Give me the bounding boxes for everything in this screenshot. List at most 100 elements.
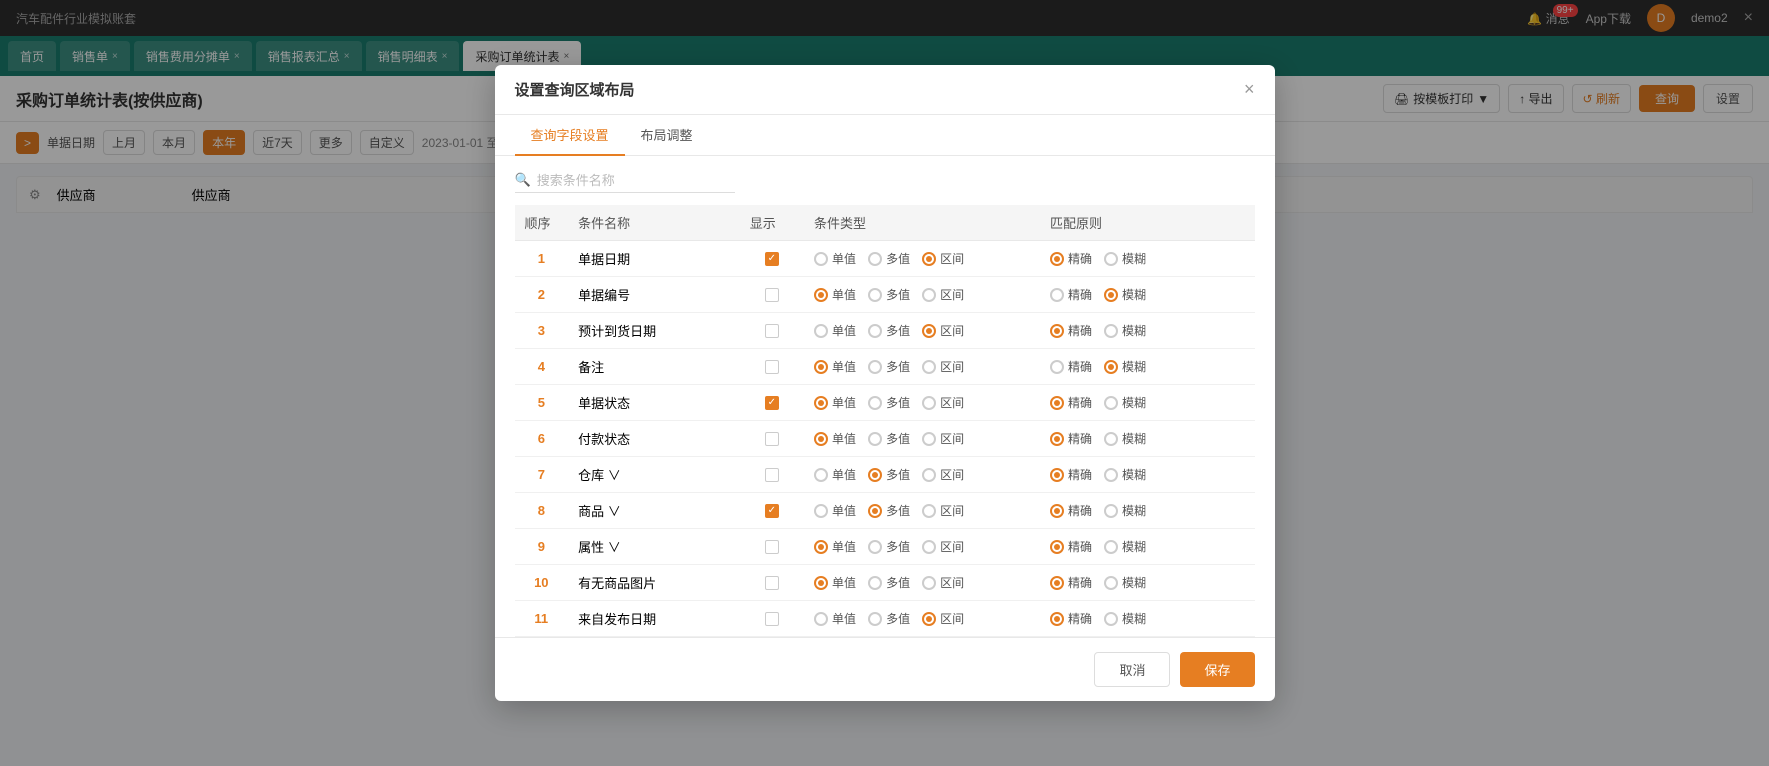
row-show-5[interactable] [740,421,804,457]
type-radio-区间-3[interactable]: 区间 [922,358,964,375]
match-radio-精确-0[interactable]: 精确 [1050,250,1092,267]
match-radio-精确-1[interactable]: 精确 [1050,286,1092,303]
modal-tab-layout[interactable]: 布局调整 [625,115,709,156]
row-show-1[interactable] [740,277,804,313]
checkbox-box-8[interactable] [765,540,779,554]
type-radio-多值-5[interactable]: 多值 [868,430,910,447]
checkbox-box-10[interactable] [765,612,779,626]
checkbox-4[interactable] [750,396,794,410]
modal-tab-layout-label: 布局调整 [641,128,693,143]
checkbox-box-6[interactable] [765,468,779,482]
search-input[interactable] [537,173,717,188]
checkbox-0[interactable] [750,252,794,266]
match-radio-精确-7[interactable]: 精确 [1050,502,1092,519]
type-radio-多值-6[interactable]: 多值 [868,466,910,483]
checkbox-3[interactable] [750,360,794,374]
match-radio-模糊-0[interactable]: 模糊 [1104,250,1146,267]
type-radio-单值-7[interactable]: 单值 [814,502,856,519]
match-radio-模糊-1[interactable]: 模糊 [1104,286,1146,303]
type-radio-多值-10[interactable]: 多值 [868,610,910,627]
checkbox-box-7[interactable] [765,504,779,518]
type-radio-多值-4[interactable]: 多值 [868,394,910,411]
modal-tab-query-fields[interactable]: 查询字段设置 [515,115,625,156]
row-show-8[interactable] [740,529,804,565]
row-show-6[interactable] [740,457,804,493]
type-radio-多值-7[interactable]: 多值 [868,502,910,519]
type-radio-单值-0[interactable]: 单值 [814,250,856,267]
row-match-0: 精确模糊 [1040,241,1255,277]
modal-close-button[interactable]: × [1244,79,1255,100]
match-radio-精确-4[interactable]: 精确 [1050,394,1092,411]
match-radio-模糊-6[interactable]: 模糊 [1104,466,1146,483]
match-radio-精确-10[interactable]: 精确 [1050,610,1092,627]
checkbox-box-0[interactable] [765,252,779,266]
checkbox-2[interactable] [750,324,794,338]
type-radio-单值-9[interactable]: 单值 [814,574,856,591]
checkbox-box-1[interactable] [765,288,779,302]
row-show-10[interactable] [740,601,804,637]
checkbox-box-3[interactable] [765,360,779,374]
type-radio-单值-3[interactable]: 单值 [814,358,856,375]
checkbox-box-5[interactable] [765,432,779,446]
type-radio-区间-5[interactable]: 区间 [922,430,964,447]
type-radio-单值-4[interactable]: 单值 [814,394,856,411]
match-radio-精确-6[interactable]: 精确 [1050,466,1092,483]
type-radio-单值-8[interactable]: 单值 [814,538,856,555]
type-radio-多值-8[interactable]: 多值 [868,538,910,555]
match-radio-模糊-4[interactable]: 模糊 [1104,394,1146,411]
match-radio-模糊-8[interactable]: 模糊 [1104,538,1146,555]
match-radio-精确-2[interactable]: 精确 [1050,322,1092,339]
match-radio-精确-8[interactable]: 精确 [1050,538,1092,555]
type-radio-单值-5[interactable]: 单值 [814,430,856,447]
checkbox-5[interactable] [750,432,794,446]
type-radio-多值-0[interactable]: 多值 [868,250,910,267]
type-radio-区间-2[interactable]: 区间 [922,322,964,339]
match-radio-模糊-3[interactable]: 模糊 [1104,358,1146,375]
match-radio-模糊-7[interactable]: 模糊 [1104,502,1146,519]
type-radio-单值-6[interactable]: 单值 [814,466,856,483]
checkbox-1[interactable] [750,288,794,302]
match-radio-精确-5[interactable]: 精确 [1050,430,1092,447]
checkbox-box-9[interactable] [765,576,779,590]
type-radio-多值-3[interactable]: 多值 [868,358,910,375]
match-radio-模糊-9[interactable]: 模糊 [1104,574,1146,591]
type-radio-单值-10[interactable]: 单值 [814,610,856,627]
type-radio-区间-4[interactable]: 区间 [922,394,964,411]
checkbox-6[interactable] [750,468,794,482]
checkbox-7[interactable] [750,504,794,518]
match-radio-模糊-10[interactable]: 模糊 [1104,610,1146,627]
match-radio-精确-3[interactable]: 精确 [1050,358,1092,375]
row-show-3[interactable] [740,349,804,385]
row-show-2[interactable] [740,313,804,349]
cancel-button[interactable]: 取消 [1094,652,1170,687]
match-radio-模糊-2[interactable]: 模糊 [1104,322,1146,339]
type-radio-区间-9[interactable]: 区间 [922,574,964,591]
type-radio-区间-7[interactable]: 区间 [922,502,964,519]
row-show-9[interactable] [740,565,804,601]
row-show-4[interactable] [740,385,804,421]
checkbox-10[interactable] [750,612,794,626]
type-radio-多值-9[interactable]: 多值 [868,574,910,591]
type-radio-区间-8[interactable]: 区间 [922,538,964,555]
checkbox-8[interactable] [750,540,794,554]
type-radio-单值-2[interactable]: 单值 [814,322,856,339]
type-radio-单值-1[interactable]: 单值 [814,286,856,303]
save-button[interactable]: 保存 [1180,652,1254,687]
row-show-0[interactable] [740,241,804,277]
type-radio-区间-10[interactable]: 区间 [922,610,964,627]
row-show-7[interactable] [740,493,804,529]
type-radio-多值-2[interactable]: 多值 [868,322,910,339]
radio-label-9: 单值 [832,574,856,591]
checkbox-box-2[interactable] [765,324,779,338]
checkbox-9[interactable] [750,576,794,590]
checkbox-box-4[interactable] [765,396,779,410]
match-radio-模糊-5[interactable]: 模糊 [1104,430,1146,447]
type-radio-区间-6[interactable]: 区间 [922,466,964,483]
modal-overlay[interactable]: 设置查询区域布局 × 查询字段设置 布局调整 🔍 顺序 [0,0,1769,766]
match-circle-10 [1104,612,1118,626]
type-radio-区间-1[interactable]: 区间 [922,286,964,303]
type-radio-区间-0[interactable]: 区间 [922,250,964,267]
type-radio-多值-1[interactable]: 多值 [868,286,910,303]
radio-label-10: 多值 [886,610,910,627]
match-radio-精确-9[interactable]: 精确 [1050,574,1092,591]
